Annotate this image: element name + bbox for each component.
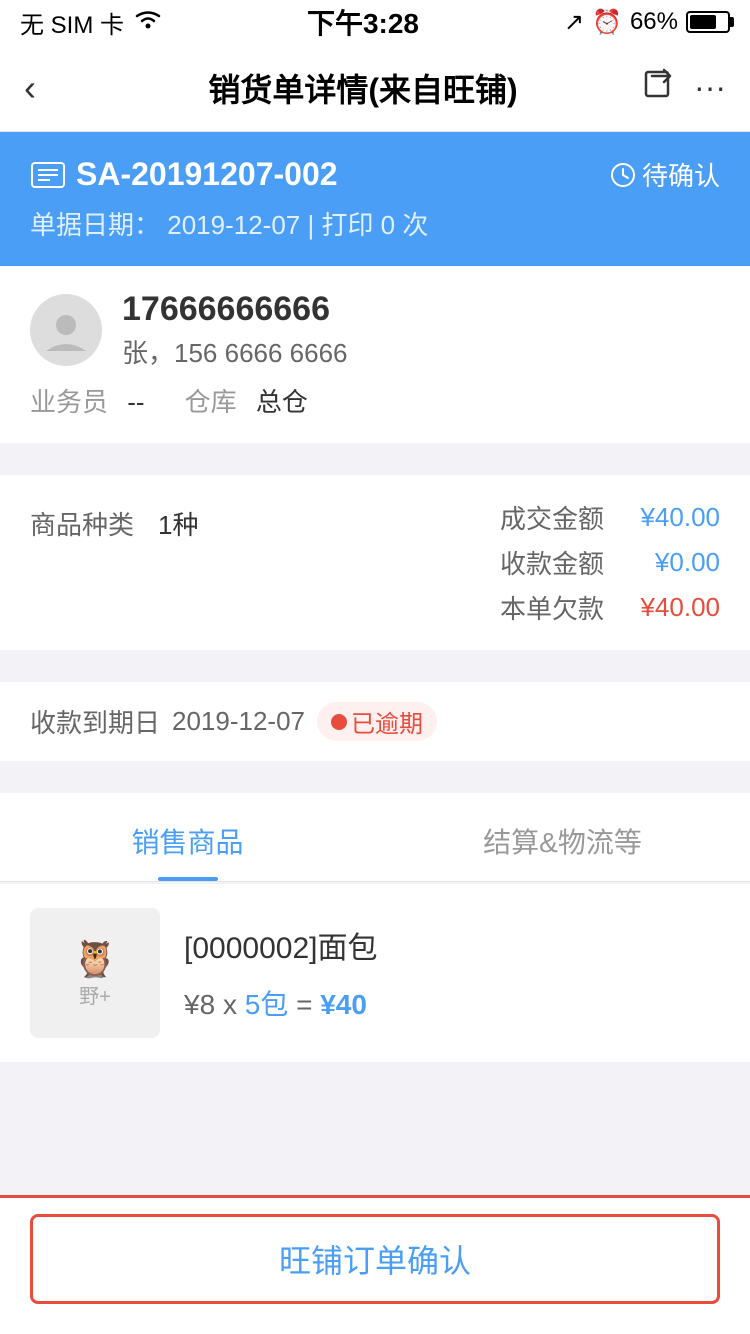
status-bar: 无 SIM 卡 下午3:28 ↗ ⏰ 66% [0,0,750,44]
stats-section: 商品种类 1种 成交金额 ¥40.00 收款金额 ¥0.00 本单欠款 ¥40.… [0,475,750,650]
share-button[interactable] [642,68,674,108]
product-section: 🦉 野+ [0000002]面包 ¥8 x 5包 = ¥40 [0,884,750,1062]
order-status: 待确认 [610,156,720,193]
sales-value: -- [127,387,144,417]
status-left: 无 SIM 卡 [20,5,162,40]
sales-label: 业务员 [30,387,108,417]
divider-1 [0,459,750,475]
time-display: 下午3:28 [307,2,419,42]
price-per-unit: ¥8 [184,989,215,1020]
direction-icon: ↗ [564,8,584,37]
carrier-text: 无 SIM 卡 [20,5,124,40]
overdue-dot-icon [331,714,347,730]
stats-right: 成交金额 ¥40.00 收款金额 ¥0.00 本单欠款 ¥40.00 [500,499,720,626]
customer-info-row: 业务员 -- 仓库 总仓 [30,382,720,419]
battery-percent: 66% [630,8,678,36]
product-name: [0000002]面包 [184,923,720,967]
due-section: 收款到期日 2019-12-07 已逾期 [0,682,750,761]
more-button[interactable]: ··· [694,69,726,106]
status-right: ↗ ⏰ 66% [564,8,730,37]
deal-amount-value: ¥40.00 [620,502,720,533]
customer-name: 张，156 6666 6666 [122,333,348,370]
product-type-label: 商品种类 [30,505,134,542]
payment-amount-value: ¥0.00 [620,547,720,578]
alarm-icon: ⏰ [592,8,622,37]
product-logo: 🦉 野+ [73,938,118,1009]
nav-bar: ‹ 销货单详情(来自旺铺) ··· [0,44,750,132]
due-date-label: 收款到期日 [30,703,160,740]
due-date-value: 2019-12-07 [172,706,305,737]
product-info: [0000002]面包 ¥8 x 5包 = ¥40 [184,923,720,1023]
product-type-value: 1种 [158,505,198,542]
product-item: 🦉 野+ [0000002]面包 ¥8 x 5包 = ¥40 [30,908,720,1038]
confirm-order-button[interactable]: 旺铺订单确认 [30,1214,720,1304]
product-price: ¥8 x 5包 = ¥40 [184,983,720,1023]
payment-amount-label: 收款金额 [500,544,604,581]
order-number: SA-20191207-002 [30,156,338,193]
owed-amount-value: ¥40.00 [620,592,720,623]
tabs-section: 销售商品 结算&物流等 [0,793,750,882]
product-quantity: 5包 [245,989,289,1020]
stats-item-owed: 本单欠款 ¥40.00 [500,589,720,626]
battery-icon [686,11,730,33]
overdue-badge: 已逾期 [317,702,437,741]
order-header: SA-20191207-002 待确认 单据日期： 2019-12-07 | 打… [0,132,750,266]
stats-item-payment: 收款金额 ¥0.00 [500,544,720,581]
divider-2 [0,666,750,682]
owed-amount-label: 本单欠款 [500,589,604,626]
multiply-icon: x [223,989,245,1020]
customer-section: 17666666666 张，156 6666 6666 业务员 -- 仓库 总仓 [0,266,750,443]
stats-item-deal: 成交金额 ¥40.00 [500,499,720,536]
deal-amount-label: 成交金额 [500,499,604,536]
order-date: 单据日期： 2019-12-07 | 打印 0 次 [30,205,720,242]
bottom-button-area: 旺铺订单确认 [0,1195,750,1334]
back-button[interactable]: ‹ [24,67,84,109]
warehouse-label: 仓库 [185,387,237,417]
equals-icon: = [296,989,320,1020]
wifi-icon [134,8,162,36]
product-total: ¥40 [320,989,367,1020]
nav-actions: ··· [642,68,726,108]
tab-sales-product[interactable]: 销售商品 [0,793,375,881]
tab-settlement[interactable]: 结算&物流等 [375,793,750,881]
customer-phone: 17666666666 [122,290,348,329]
overdue-text: 已逾期 [351,704,423,739]
avatar [30,294,102,366]
product-thumbnail: 🦉 野+ [30,908,160,1038]
warehouse-value: 总仓 [256,387,308,417]
page-title: 销货单详情(来自旺铺) [84,65,642,111]
divider-3 [0,777,750,793]
